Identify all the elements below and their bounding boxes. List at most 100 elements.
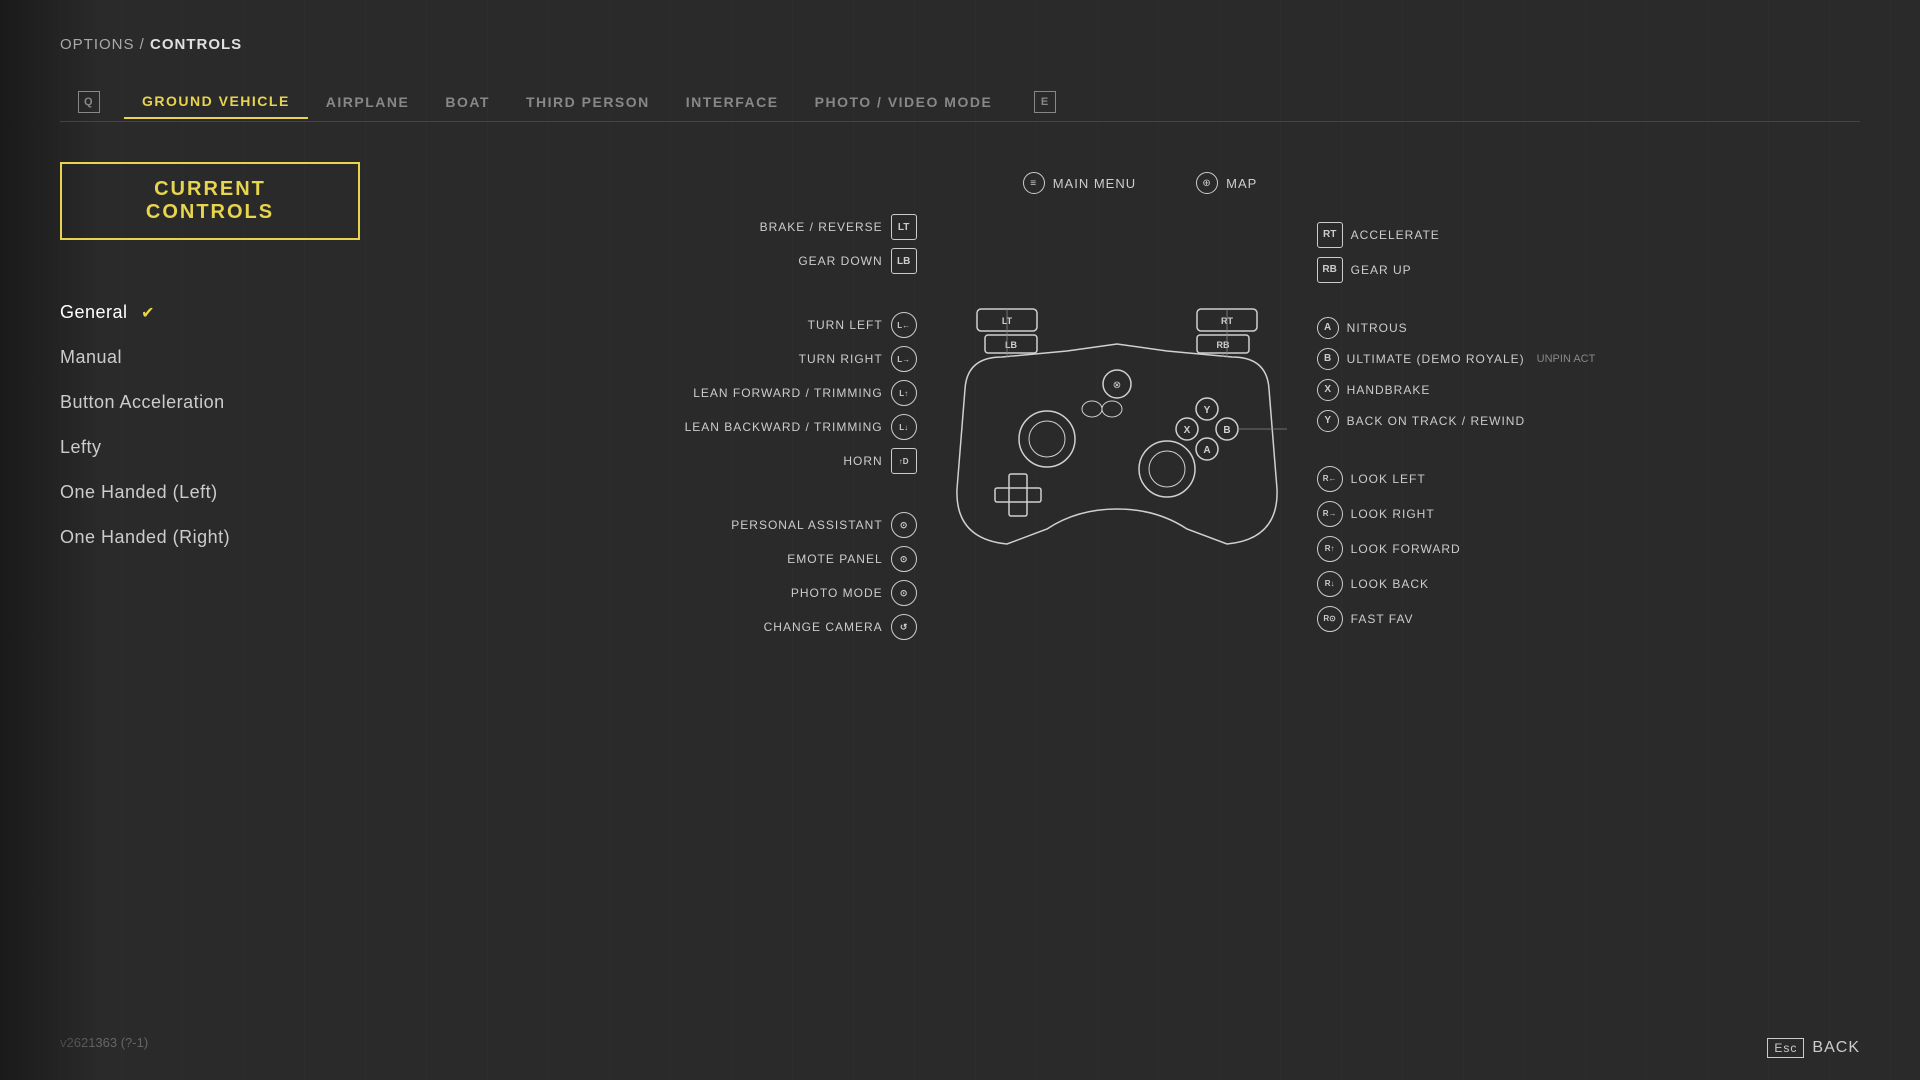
binding-emote-panel: EMOTE PANEL ⊙ (685, 546, 917, 572)
back-on-track-label: BACK ON TRACK / REWIND (1347, 414, 1525, 428)
current-controls-button[interactable]: CURRENT CONTROLS (60, 162, 360, 240)
emote-panel-label: EMOTE PANEL (787, 552, 882, 566)
binding-ultimate: B ULTIMATE (DEMO ROYALE) UNPIN ACT (1317, 348, 1596, 370)
personal-assistant-label: PERSONAL ASSISTANT (731, 518, 882, 532)
binding-horn: HORN ↑D (685, 448, 917, 474)
fast-fav-label: FAST FAV (1351, 612, 1414, 626)
binding-brake-reverse: BRAKE / REVERSE LT (685, 214, 917, 240)
breadcrumb-current: CONTROLS (150, 36, 242, 53)
rs-left-badge: R← (1317, 466, 1343, 492)
dpad-badge: ↑D (891, 448, 917, 474)
tab-airplane-label: AIRPLANE (326, 94, 410, 110)
tab-airplane[interactable]: AIRPLANE (308, 86, 428, 118)
tab-boat-label: BOAT (445, 94, 490, 110)
binding-lean-backward: LEAN BACKWARD / TRIMMING L↓ (685, 414, 917, 440)
tab-ground-vehicle-label: GROUND VEHICLE (142, 93, 290, 109)
handbrake-label: HANDBRAKE (1347, 383, 1431, 397)
binding-accelerate: RT ACCELERATE (1317, 222, 1596, 248)
preset-lefty-label: Lefty (60, 437, 102, 457)
preset-one-handed-right[interactable]: One Handed (Right) (60, 515, 380, 560)
pm-badge: ⊙ (891, 580, 917, 606)
preset-button-accel-label: Button Acceleration (60, 392, 225, 412)
tab-boat[interactable]: BOAT (427, 86, 508, 118)
ls-left-badge: L← (891, 312, 917, 338)
tab-ground-vehicle[interactable]: GROUND VEHICLE (124, 85, 308, 119)
unpin-label: UNPIN ACT (1537, 353, 1596, 365)
ultimate-label: ULTIMATE (DEMO ROYALE) (1347, 352, 1525, 366)
svg-text:RB: RB (1216, 340, 1229, 350)
rs-click-badge: R⊙ (1317, 606, 1343, 632)
binding-gear-up: RB GEAR UP (1317, 257, 1596, 283)
cc-badge: ↺ (891, 614, 917, 640)
svg-text:X: X (1183, 425, 1190, 436)
preset-lefty[interactable]: Lefty (60, 425, 380, 470)
svg-text:⊗: ⊗ (1112, 380, 1120, 391)
turn-left-label: TURN LEFT (808, 318, 883, 332)
menu-icon: ≡ (1023, 172, 1045, 194)
preset-one-handed-left[interactable]: One Handed (Left) (60, 470, 380, 515)
binding-lean-forward: LEAN FORWARD / TRIMMING L↑ (685, 380, 917, 406)
photo-mode-label: PHOTO MODE (791, 586, 883, 600)
preset-general-label: General (60, 302, 128, 322)
ep-badge: ⊙ (891, 546, 917, 572)
brake-reverse-label: BRAKE / REVERSE (760, 220, 883, 234)
binding-look-left: R← LOOK LEFT (1317, 466, 1596, 492)
rb-badge: RB (1317, 257, 1343, 283)
left-bindings: BRAKE / REVERSE LT GEAR DOWN LB TURN LEF… (685, 214, 917, 648)
rs-down-badge: R↓ (1317, 571, 1343, 597)
binding-handbrake: X HANDBRAKE (1317, 379, 1596, 401)
look-back-label: LOOK BACK (1351, 577, 1429, 591)
binding-look-forward: R↑ LOOK FORWARD (1317, 536, 1596, 562)
preset-button-accel[interactable]: Button Acceleration (60, 380, 380, 425)
main-menu-text: MAIN MENU (1053, 176, 1136, 191)
ls-down-badge: L↓ (891, 414, 917, 440)
binding-nitrous: A NITROUS (1317, 317, 1596, 339)
tab-bar: Q GROUND VEHICLE AIRPLANE BOAT THIRD PER… (60, 83, 1860, 122)
content-area: CURRENT CONTROLS General ✔ Manual Button… (60, 162, 1860, 662)
tab-third-person[interactable]: THIRD PERSON (508, 86, 668, 118)
preset-list: General ✔ Manual Button Acceleration Lef… (60, 290, 380, 560)
binding-personal-assistant: PERSONAL ASSISTANT ⊙ (685, 512, 917, 538)
tab-icon-right[interactable]: E (1010, 83, 1074, 121)
nitrous-label: NITROUS (1347, 321, 1408, 335)
binding-back-on-track: Y BACK ON TRACK / REWIND (1317, 410, 1596, 432)
tab-interface-label: INTERFACE (686, 94, 779, 110)
svg-text:Y: Y (1203, 405, 1210, 416)
accelerate-label: ACCELERATE (1351, 228, 1440, 242)
rt-badge: RT (1317, 222, 1343, 248)
binding-change-camera: CHANGE CAMERA ↺ (685, 614, 917, 640)
x-badge: X (1317, 379, 1339, 401)
preset-general[interactable]: General ✔ (60, 290, 380, 335)
binding-photo-mode: PHOTO MODE ⊙ (685, 580, 917, 606)
tab-icon-left[interactable]: Q (60, 83, 124, 121)
lean-forward-label: LEAN FORWARD / TRIMMING (693, 386, 882, 400)
horn-label: HORN (843, 454, 882, 468)
gear-up-label: GEAR UP (1351, 263, 1412, 277)
svg-text:B: B (1223, 425, 1230, 436)
preset-manual[interactable]: Manual (60, 335, 380, 380)
change-camera-label: CHANGE CAMERA (764, 620, 883, 634)
lt-badge: LT (891, 214, 917, 240)
preset-manual-label: Manual (60, 347, 122, 367)
tab-photo-video[interactable]: PHOTO / VIDEO MODE (797, 86, 1011, 118)
tab-photo-video-label: PHOTO / VIDEO MODE (815, 94, 993, 110)
q-icon: Q (78, 91, 100, 113)
gear-down-label: GEAR DOWN (798, 254, 882, 268)
left-panel: CURRENT CONTROLS General ✔ Manual Button… (60, 162, 380, 662)
svg-text:A: A (1203, 445, 1210, 456)
controller-image: LT RT LB RB (947, 289, 1287, 574)
y-badge: Y (1317, 410, 1339, 432)
binding-turn-left: TURN LEFT L← (685, 312, 917, 338)
turn-right-label: TURN RIGHT (799, 352, 883, 366)
checkmark-icon: ✔ (141, 305, 155, 322)
tab-interface[interactable]: INTERFACE (668, 86, 797, 118)
rs-right-badge: R→ (1317, 501, 1343, 527)
b-badge: B (1317, 348, 1339, 370)
preset-one-handed-left-label: One Handed (Left) (60, 482, 218, 502)
breadcrumb-prefix: OPTIONS / (60, 36, 150, 53)
right-bindings: RT ACCELERATE RB GEAR UP A NITROUS (1317, 222, 1596, 641)
map-icon: ⊕ (1196, 172, 1218, 194)
binding-turn-right: TURN RIGHT L→ (685, 346, 917, 372)
look-left-label: LOOK LEFT (1351, 472, 1426, 486)
binding-look-back: R↓ LOOK BACK (1317, 571, 1596, 597)
